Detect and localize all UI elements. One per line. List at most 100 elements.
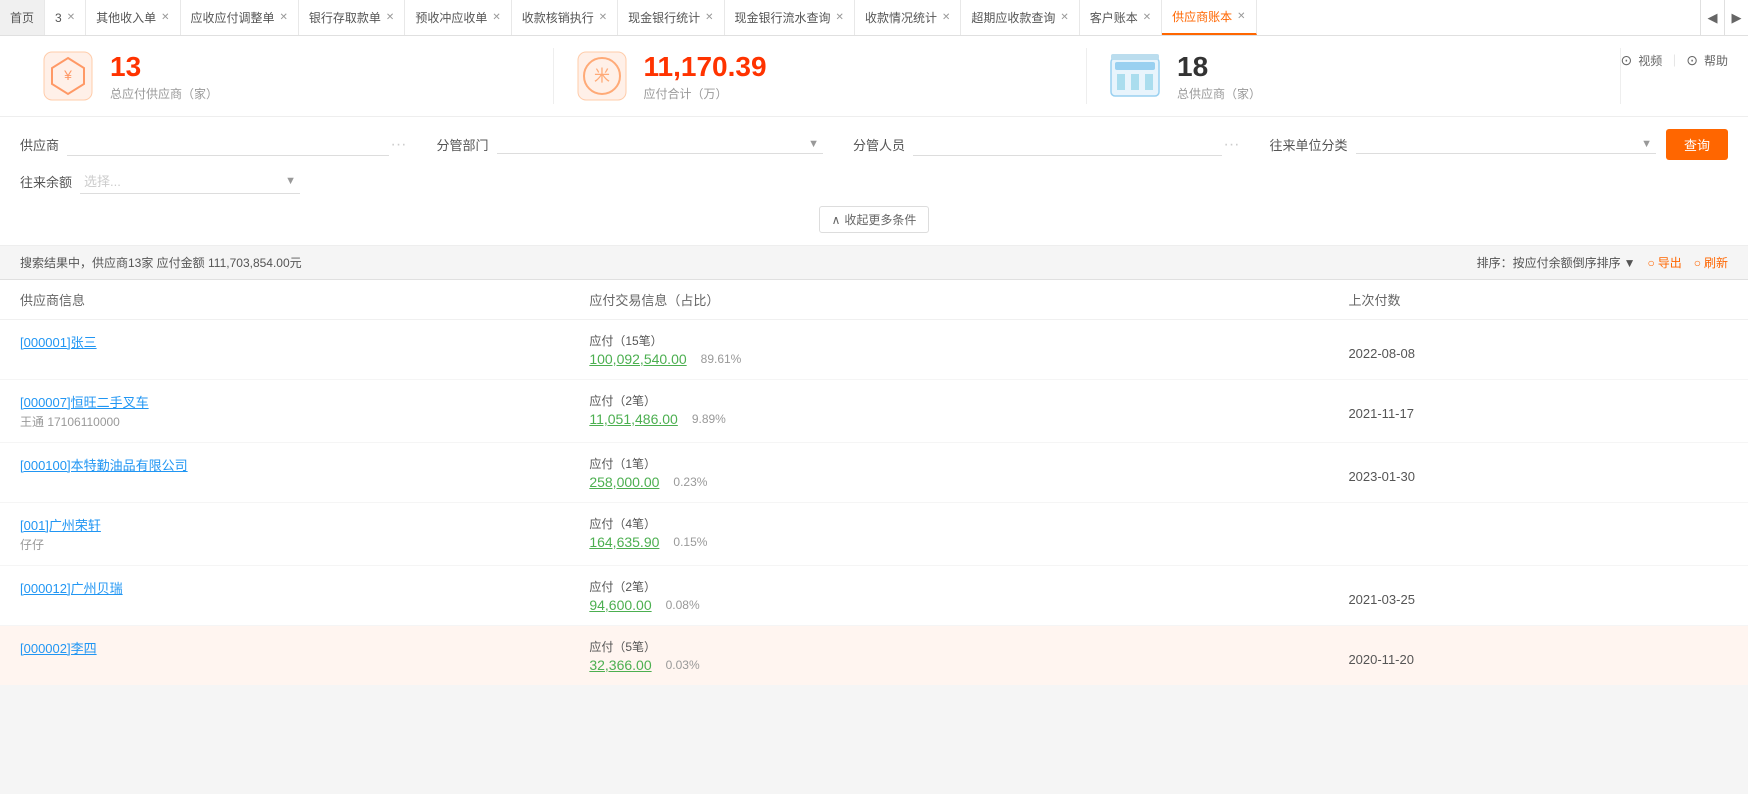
supplier-sub-3: 仔仔 [20,536,589,553]
table-row: [001]广州荣轩 仔仔 应付（4笔） 164,635.90 0.15% [0,503,1748,566]
svg-text:米: 米 [593,67,609,85]
transaction-label-0: 应付（15笔） [589,332,1348,349]
close-icon[interactable]: ✕ [942,12,950,23]
export-label: 导出 [1658,254,1682,271]
nav-tab-3[interactable]: 3 ✕ [45,0,86,35]
last-pay-1: 2021-11-17 [1348,392,1728,421]
close-icon[interactable]: ✕ [161,12,169,23]
supplier-link-1[interactable]: [000007]恒旺二手叉车 [20,395,149,410]
transaction-row-3: 164,635.90 0.15% [589,534,1348,550]
supplier-link-4[interactable]: [000012]广州贝瑞 [20,581,123,596]
transaction-info-2: 应付（1笔） 258,000.00 0.23% [589,455,1348,490]
close-icon[interactable]: ✕ [836,12,844,23]
payable-total-label: 应付合计（万） [644,85,767,102]
balance-filter-select[interactable]: 选择... ▼ [80,168,300,194]
video-link[interactable]: 视频 [1638,52,1662,69]
last-pay-2: 2023-01-30 [1348,455,1728,484]
payable-supplier-count: 13 [110,50,218,84]
sort-chevron-down-icon: ▼ [1624,256,1636,270]
nav-tab-cash-bank-stat[interactable]: 现金银行统计 ✕ [618,0,724,35]
transaction-row-0: 100,092,540.00 89.61% [589,351,1348,367]
filter-item-balance: 往来余额 选择... ▼ [20,168,300,194]
transaction-amount-3[interactable]: 164,635.90 [589,534,659,550]
help-circle-icon: ⊙ [1686,52,1698,69]
nav-tab-advance-offset[interactable]: 预收冲应收单 ✕ [405,0,511,35]
dept-filter-select[interactable]: ▼ [497,135,823,154]
nav-next-arrow[interactable]: ▶ [1724,0,1748,36]
filter-item-category: 往来单位分类 ▼ [1270,135,1657,154]
last-pay-3 [1348,515,1728,529]
nav-prev-arrow[interactable]: ◀ [1700,0,1724,36]
close-icon[interactable]: ✕ [280,12,288,23]
transaction-amount-1[interactable]: 11,051,486.00 [589,411,678,427]
close-icon[interactable]: ✕ [599,12,607,23]
person-filter-more-icon[interactable]: ··· [1224,136,1240,154]
nav-tab-overdue-ar[interactable]: 超期应收款查询 ✕ [961,0,1079,35]
transaction-percent-0: 89.61% [701,352,742,366]
transaction-row-5: 32,366.00 0.03% [589,657,1348,673]
supplier-link-3[interactable]: [001]广州荣轩 [20,518,101,533]
supplier-link-2[interactable]: [000100]本特勤油品有限公司 [20,458,188,473]
refresh-button[interactable]: ○ 刷新 [1694,254,1728,271]
nav-tab-cash-bank-flow[interactable]: 现金银行流水查询 ✕ [725,0,855,35]
nav-tab-customer-ledger[interactable]: 客户账本 ✕ [1080,0,1162,35]
collapse-filters-button[interactable]: ∧ 收起更多条件 [819,206,930,233]
transaction-label-3: 应付（4笔） [589,515,1348,532]
supplier-info-4: [000012]广州贝瑞 [20,578,589,597]
nav-tab-receipt-exec[interactable]: 收款核销执行 ✕ [512,0,618,35]
help-link[interactable]: 帮助 [1704,52,1728,69]
supplier-filter-input[interactable] [67,134,389,156]
nav-tab-home-label: 首页 [10,9,34,26]
divider: ｜ [1668,52,1680,69]
search-button[interactable]: 查询 [1666,129,1728,160]
transaction-percent-3: 0.15% [673,535,707,549]
nav-tab-supplier-ledger[interactable]: 供应商账本 ✕ [1162,0,1256,35]
transaction-amount-4[interactable]: 94,600.00 [589,597,651,613]
close-icon[interactable]: ✕ [386,12,394,23]
export-button[interactable]: ○ 导出 [1647,254,1681,271]
transaction-amount-2[interactable]: 258,000.00 [589,474,659,490]
payable-total-amount: 11,170.39 [644,50,767,84]
nav-tab-bank-deposit[interactable]: 银行存取款单 ✕ [299,0,405,35]
total-supplier-label: 总供应商（家） [1177,85,1261,102]
supplier-link-0[interactable]: [000001]张三 [20,335,97,350]
supplier-info-0: [000001]张三 [20,332,589,351]
chevron-up-icon: ∧ [832,213,841,227]
top-right-links: ⊙ 视频 ｜ ⊙ 帮助 [1621,48,1729,69]
transaction-percent-5: 0.03% [666,658,700,672]
transaction-amount-0[interactable]: 100,092,540.00 [589,351,686,367]
close-icon[interactable]: ✕ [1060,12,1068,23]
transaction-info-0: 应付（15笔） 100,092,540.00 89.61% [589,332,1348,367]
last-pay-0: 2022-08-08 [1348,332,1728,361]
nav-tab-other-income[interactable]: 其他收入单 ✕ [86,0,180,35]
nav-tab-cash-bank-stat-label: 现金银行统计 [628,9,700,26]
collapse-row: ∧ 收起更多条件 [20,202,1728,237]
supplier-info-5: [000002]李四 [20,638,589,657]
nav-tab-receipt-exec-label: 收款核销执行 [522,9,594,26]
category-filter-select[interactable]: ▼ [1356,135,1656,154]
nav-tab-home[interactable]: 首页 [0,0,45,35]
close-icon[interactable]: ✕ [1237,11,1245,22]
close-icon[interactable]: ✕ [1143,12,1151,23]
transaction-info-4: 应付（2笔） 94,600.00 0.08% [589,578,1348,613]
nav-tab-other-income-label: 其他收入单 [96,9,156,26]
supplier-info-2: [000100]本特勤油品有限公司 [20,455,589,474]
col-header-transaction: 应付交易信息（占比） [589,290,1348,309]
transaction-amount-5[interactable]: 32,366.00 [589,657,651,673]
supplier-sub-1: 王通 17106110000 [20,413,589,430]
summary-item-payable-total: 米 11,170.39 应付合计（万） [554,48,1088,104]
summary-content-1: 13 总应付供应商（家） [110,50,218,103]
person-filter-input[interactable] [913,134,1222,156]
nav-tab-receipt-stat[interactable]: 收款情况统计 ✕ [855,0,961,35]
close-icon[interactable]: ✕ [67,12,75,23]
result-summary-text: 搜索结果中，供应商13家 应付金额 111,703,854.00元 [20,254,302,271]
close-icon[interactable]: ✕ [705,12,713,23]
summary-item-payable-suppliers: ¥ 13 总应付供应商（家） [20,48,554,104]
supplier-link-5[interactable]: [000002]李四 [20,641,97,656]
dept-chevron-down-icon: ▼ [808,138,819,150]
sort-select[interactable]: 排序：按应付余额倒序排序 ▼ [1477,254,1636,271]
nav-tab-ar-ap-adjust[interactable]: 应收应付调整单 ✕ [181,0,299,35]
supplier-filter-more-icon[interactable]: ··· [391,136,407,154]
table-row: [000012]广州贝瑞 应付（2笔） 94,600.00 0.08% 2021… [0,566,1748,626]
close-icon[interactable]: ✕ [492,12,500,23]
